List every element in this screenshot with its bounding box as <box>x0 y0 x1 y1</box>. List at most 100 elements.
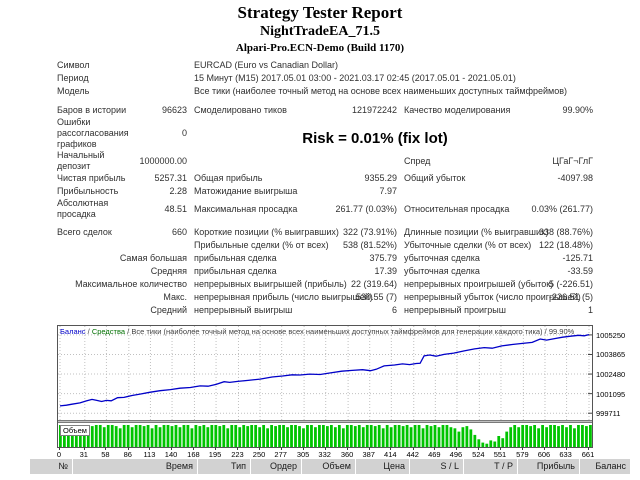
stat-label: непрерывная прибыль (число выигрышей) <box>194 292 373 302</box>
stat-value <box>135 86 187 97</box>
volume-bar <box>537 428 540 447</box>
risk-annotation: Risk = 0.01% (fix lot) <box>302 130 448 147</box>
volume-bar <box>453 428 457 447</box>
volume-bar <box>302 428 305 447</box>
stat-value: 538 (81.52%) <box>342 240 397 250</box>
volume-bar <box>190 428 194 447</box>
stat-row: Прибыльность 2.28 Матожидание выигрыша 7.97 <box>57 185 593 198</box>
stat-label: Максимальная просадка <box>194 203 298 214</box>
stat-row: Начальный депозит 1000000.00 Спред ЦГаГ¬ГлГ <box>57 150 593 172</box>
volume-bar <box>226 428 230 447</box>
volume-bar <box>545 427 548 447</box>
stat-label: Период <box>57 73 89 83</box>
volume-bar <box>421 428 425 447</box>
stat-row: Абсолютная просадка 48.51 Максимальная про… <box>57 198 593 220</box>
volume-pane <box>59 425 592 447</box>
stat-value: -226.51 (5) <box>548 292 593 302</box>
volume-bar <box>513 425 517 447</box>
volume-bar <box>90 426 94 447</box>
column-header: № <box>30 459 72 474</box>
stat-value: 375.79 <box>369 253 397 263</box>
volume-bar <box>557 426 560 447</box>
stat-label: непрерывных выигрышей (прибыль) <box>194 279 347 289</box>
stat-value: 96623 <box>161 105 187 115</box>
volume-bar <box>425 425 429 447</box>
volume-bar <box>102 427 106 447</box>
column-header: Баланс <box>580 459 630 474</box>
volume-bar <box>469 429 473 447</box>
y-axis-tick-label: 1002480 <box>596 370 626 380</box>
stat-label: Средняя <box>150 266 187 276</box>
volume-bar <box>441 425 445 447</box>
stat-row: Модель Все тики (наиболее точный метод на… <box>57 85 593 98</box>
volume-bar <box>286 427 289 447</box>
x-axis-tick-label: 606 <box>537 450 551 459</box>
stat-row: Символ EURCAD (Euro vs Canadian Dollar) <box>57 59 593 72</box>
stat-value <box>537 128 593 139</box>
stat-row: Макс. непрерывная прибыль (число выигрыше… <box>57 291 593 304</box>
volume-bar <box>130 427 134 447</box>
stat-label: Модель <box>57 86 90 96</box>
stat-label: Все тики (наиболее точный метод на основ… <box>194 86 567 96</box>
volume-bar <box>473 434 477 447</box>
volume-bar <box>521 425 525 447</box>
stat-value: -125.71 <box>562 253 593 263</box>
x-axis-tick-label: 223 <box>231 450 244 459</box>
volume-bar <box>126 425 130 447</box>
volume-bar <box>182 425 186 447</box>
volume-bar <box>230 425 234 447</box>
x-axis-tick-label: 113 <box>143 450 156 459</box>
volume-bar <box>134 425 138 447</box>
volume-bar <box>333 427 337 447</box>
x-axis-tick-label: 579 <box>516 450 529 459</box>
stat-value: 48.51 <box>164 203 187 214</box>
stat-label: Длинные позиции (% выигравших) <box>404 227 549 237</box>
stat-value: 2.28 <box>169 186 187 196</box>
volume-bar <box>298 426 301 447</box>
volume-bar <box>477 439 481 447</box>
legend-model-note: Все тики (наиболее точный метод на основ… <box>131 327 543 336</box>
volume-bar <box>445 425 449 447</box>
stat-value <box>537 186 593 197</box>
stat-label: Средний <box>150 305 187 315</box>
volume-bar <box>417 425 421 447</box>
volume-bar <box>353 426 357 447</box>
volume-bar <box>318 425 321 447</box>
volume-bar <box>154 425 158 447</box>
volume-bar <box>493 441 497 447</box>
stat-label: непрерывный проигрыш <box>404 305 506 315</box>
x-axis-tick-label: 332 <box>318 450 331 459</box>
volume-bar <box>162 425 166 447</box>
stat-value: ЦГаГ¬ГлГ <box>552 155 593 166</box>
volume-bar <box>581 425 584 447</box>
stat-label: Начальный депозит <box>57 150 105 171</box>
stat-label: Качество моделирования <box>404 105 511 115</box>
volume-bar <box>282 425 285 447</box>
stat-value: -33.59 <box>567 266 593 276</box>
volume-bar <box>405 425 409 447</box>
volume-bar <box>166 425 170 447</box>
volume-bar <box>270 425 273 447</box>
volume-bar <box>457 431 461 447</box>
x-axis-tick-label: 58 <box>101 450 110 459</box>
volume-bar <box>373 426 377 447</box>
balance-pane <box>58 326 592 420</box>
stat-row: Период 15 Минут (M15) 2017.05.01 03:00 - … <box>57 72 593 85</box>
volume-bar <box>437 427 441 447</box>
stat-label: Абсолютная просадка <box>57 198 109 219</box>
volume-bar <box>489 440 493 447</box>
volume-bar <box>114 426 118 447</box>
stat-label: Относительная просадка <box>404 203 510 214</box>
volume-bar <box>262 425 266 447</box>
legend-balance-label: Баланс <box>60 327 86 336</box>
volume-bar <box>361 427 365 447</box>
column-header: Тип <box>198 459 250 474</box>
volume-bar <box>138 425 142 447</box>
volume-bar <box>150 428 154 447</box>
volume-bar <box>585 426 588 447</box>
stat-row: Баров в истории 96623 Смоделировано тиков 1… <box>57 104 593 117</box>
balance-line <box>59 333 590 407</box>
volume-bar <box>401 426 405 447</box>
chart-legend: Баланс / Средства / Все тики (наиболее т… <box>60 327 574 336</box>
volume-bar <box>118 428 122 447</box>
